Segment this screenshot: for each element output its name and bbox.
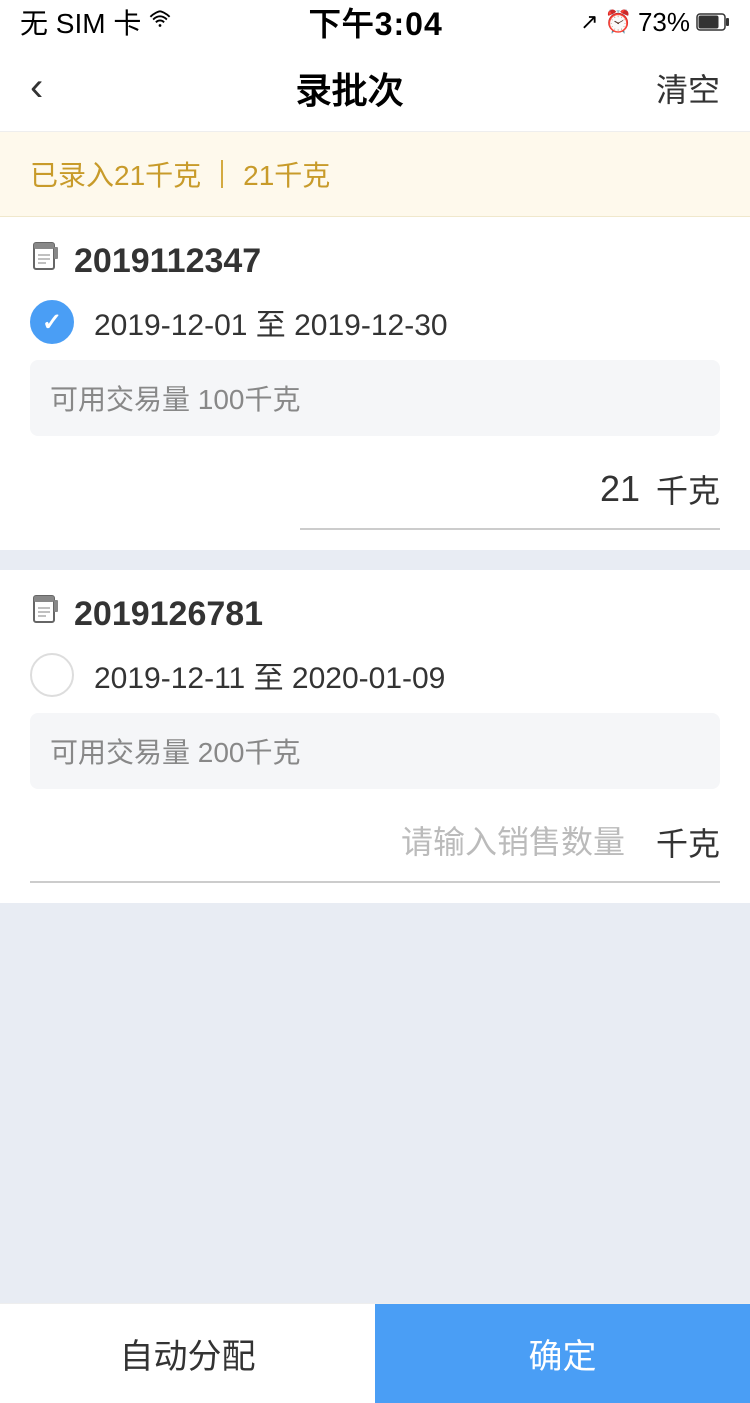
item-2-date: 2019-12-11 至 2020-01-09	[94, 653, 445, 697]
alarm-icon: ⏰	[605, 9, 632, 35]
spacer-area	[0, 903, 750, 1303]
item-1-unit: 千克	[656, 466, 720, 512]
item-1-row[interactable]: 2019-12-01 至 2019-12-30	[0, 292, 750, 352]
item-1-availability: 可用交易量 100千克	[30, 360, 720, 436]
quantity-input[interactable]	[30, 824, 640, 861]
status-bar: 无 SIM 卡 下午3:04 ↗ ⏰ 73%	[0, 0, 750, 44]
back-button[interactable]: ‹	[30, 65, 43, 110]
item-1-radio[interactable]	[30, 300, 74, 344]
page-title: 录批次	[296, 62, 404, 114]
item-2-unit: 千克	[656, 819, 720, 865]
confirm-button[interactable]: 确定	[375, 1304, 750, 1403]
status-right: ↗ ⏰ 73%	[580, 7, 730, 38]
item-2-doc-icon	[30, 594, 62, 635]
item-2-doc-number: 2019126781	[74, 595, 263, 634]
item-2-header: 2019126781	[0, 570, 750, 645]
wifi-icon	[149, 6, 171, 38]
summary-label: 已录入21千克	[30, 154, 201, 194]
item-1-quantity-row: 21 千克	[0, 456, 750, 528]
clear-button[interactable]: 清空	[656, 65, 720, 111]
item-2-radio[interactable]	[30, 653, 74, 697]
item-2-availability: 可用交易量 200千克	[30, 713, 720, 789]
auto-distribute-button[interactable]: 自动分配	[0, 1304, 375, 1403]
summary-value: 21千克	[243, 154, 330, 194]
item-1-doc-icon	[30, 241, 62, 282]
status-left: 无 SIM 卡	[20, 2, 171, 42]
summary-divider	[221, 160, 223, 188]
item-1-header: 2019112347	[0, 217, 750, 292]
bottom-bar: 自动分配 确定	[0, 1303, 750, 1403]
item-card-2: 2019126781 2019-12-11 至 2020-01-09 可用交易量…	[0, 570, 750, 903]
item-2-bottom-spacer	[0, 883, 750, 903]
no-sim-text: 无 SIM 卡	[20, 2, 141, 42]
battery-text: 73%	[638, 7, 690, 38]
location-icon: ↗	[580, 9, 598, 35]
battery-icon	[696, 13, 730, 31]
item-2-input-row[interactable]: 千克	[0, 809, 750, 881]
item-1-doc-number: 2019112347	[74, 242, 261, 281]
item-card-1: 2019112347 2019-12-01 至 2019-12-30 可用交易量…	[0, 217, 750, 550]
item-1-date: 2019-12-01 至 2019-12-30	[94, 300, 448, 344]
nav-bar: ‹ 录批次 清空	[0, 44, 750, 132]
item-1-bottom-spacer	[0, 530, 750, 550]
gap-1	[0, 550, 750, 570]
status-time: 下午3:04	[309, 0, 443, 45]
item-2-row[interactable]: 2019-12-11 至 2020-01-09	[0, 645, 750, 705]
summary-banner: 已录入21千克 21千克	[0, 132, 750, 217]
item-1-quantity-value: 21	[600, 468, 640, 510]
